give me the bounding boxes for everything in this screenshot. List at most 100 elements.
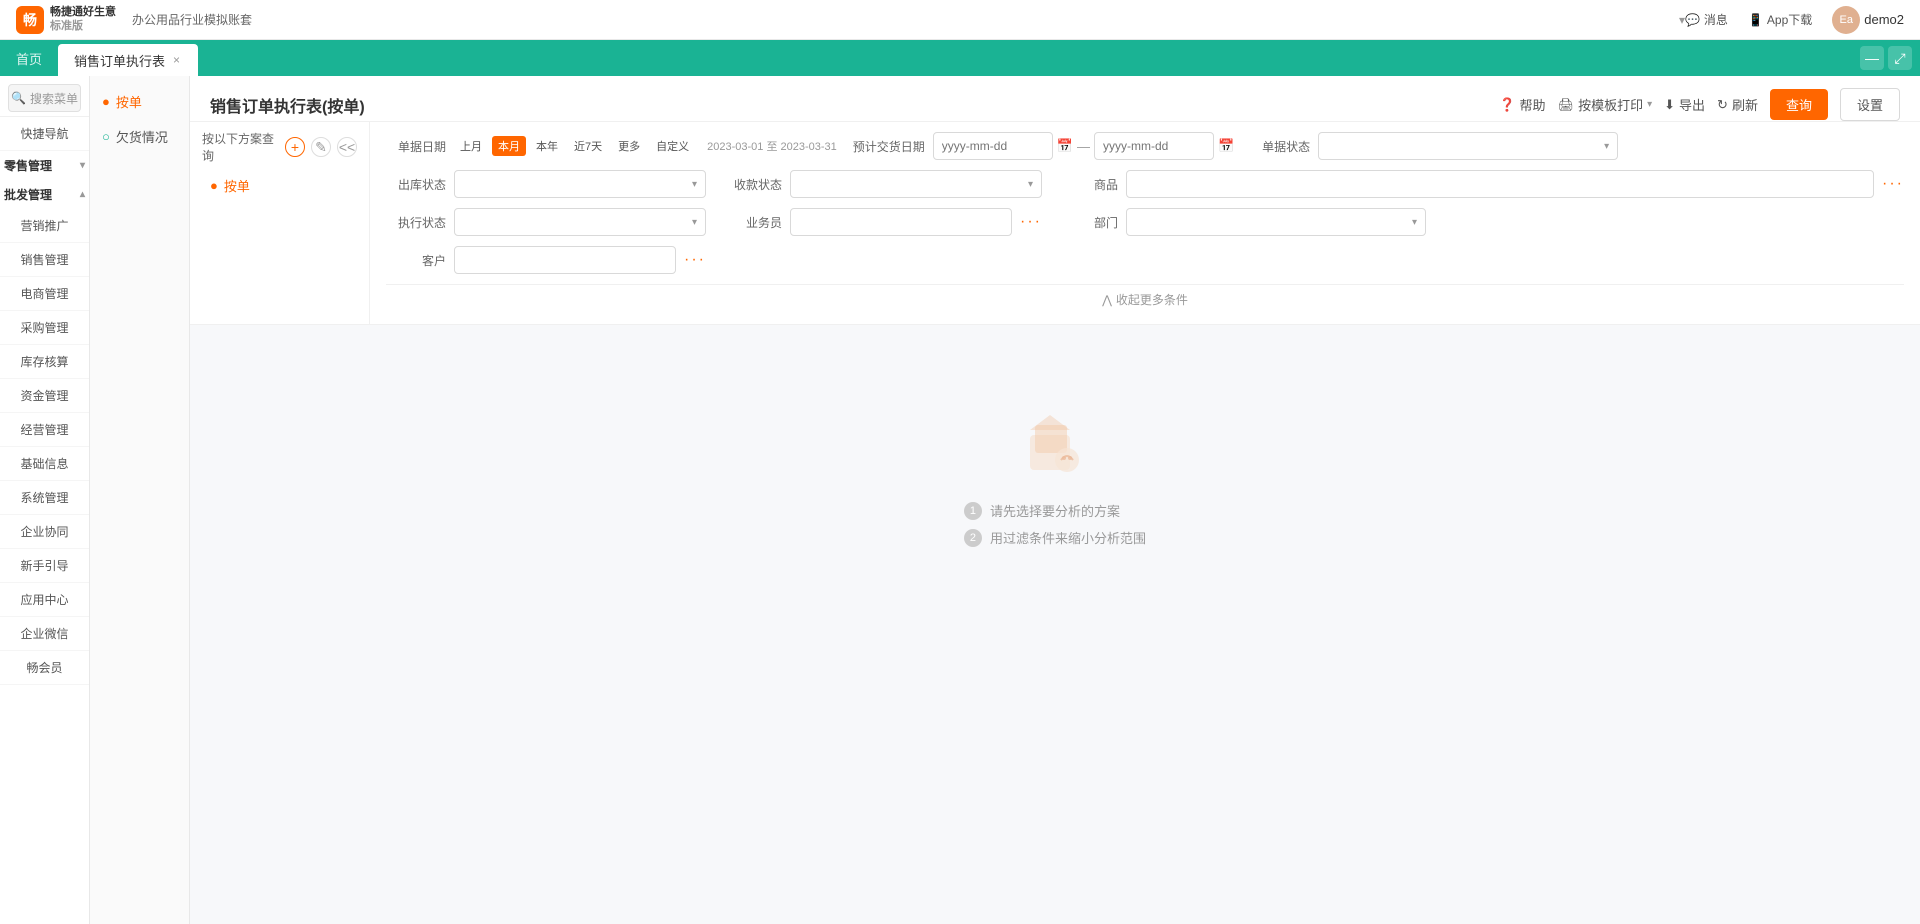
expected-delivery-label: 预计交货日期 bbox=[853, 138, 925, 155]
sidebar-item-wholesale[interactable]: 批发管理 ▴ bbox=[0, 180, 89, 209]
execution-status-select[interactable]: ▾ bbox=[454, 208, 706, 236]
settings-btn[interactable]: 设置 bbox=[1840, 88, 1900, 121]
query-btn[interactable]: 查询 bbox=[1770, 89, 1828, 120]
tab-bar: 首页 销售订单执行表 × — ⤢ bbox=[0, 40, 1920, 76]
more-btn[interactable]: 更多 bbox=[612, 136, 646, 156]
app-logo[interactable]: 畅 畅捷通好生意 标准版 bbox=[16, 6, 116, 34]
sidebar-item-appstore[interactable]: 应用中心 bbox=[0, 583, 89, 617]
prev-month-btn[interactable]: 上月 bbox=[454, 136, 488, 156]
sidebar-item-newbie[interactable]: 新手引导 bbox=[0, 549, 89, 583]
sidebar-item-marketing[interactable]: 营销推广 bbox=[0, 209, 89, 243]
delivery-date-range: 📅 — 📅 bbox=[933, 132, 1234, 160]
department-label: 部门 bbox=[1058, 214, 1118, 231]
last7days-btn[interactable]: 近7天 bbox=[568, 136, 608, 156]
execution-status-field: 执行状态 ▾ bbox=[386, 208, 706, 236]
edit-scheme-btn[interactable]: ✎ bbox=[311, 137, 331, 157]
outbound-status-select[interactable]: ▾ bbox=[454, 170, 706, 198]
tab-home[interactable]: 首页 bbox=[0, 40, 58, 76]
date-label: 单据日期 bbox=[386, 138, 446, 155]
collection-status-field: 收款状态 ▾ bbox=[722, 170, 1042, 198]
sidebar-item-wechat[interactable]: 企业微信 bbox=[0, 617, 89, 651]
cur-year-btn[interactable]: 本年 bbox=[530, 136, 564, 156]
subtitle: 办公用品行业模拟账套 bbox=[132, 11, 1675, 28]
department-select[interactable]: ▾ bbox=[1126, 208, 1426, 236]
filter-scheme-panel: 按以下方案查询 + ✎ << ● 按单 bbox=[190, 122, 370, 324]
department-field: 部门 ▾ bbox=[1058, 208, 1904, 236]
tab-maximize-btn[interactable]: ⤢ bbox=[1888, 46, 1912, 70]
help-btn[interactable]: ❓ 帮助 bbox=[1499, 95, 1545, 114]
sidebar-item-operation[interactable]: 经营管理 bbox=[0, 413, 89, 447]
scheme-actions: + ✎ << bbox=[285, 137, 357, 157]
collection-status-label: 收款状态 bbox=[722, 176, 782, 193]
status-label: 单据状态 bbox=[1250, 138, 1310, 155]
goods-more-btn[interactable]: ··· bbox=[1882, 175, 1904, 193]
scheme-active-icon: ● bbox=[210, 178, 218, 193]
empty-tip-2: 2 用过滤条件来缩小分析范围 bbox=[964, 528, 1146, 547]
sidebar-item-retail[interactable]: 零售管理 ▾ bbox=[0, 151, 89, 180]
cur-month-btn[interactable]: 本月 bbox=[492, 136, 526, 156]
collapse-more-btn[interactable]: ⋀ 收起更多条件 bbox=[386, 284, 1904, 314]
export-btn[interactable]: ⬇ 导出 bbox=[1664, 95, 1705, 114]
tab-close-btn[interactable]: × bbox=[171, 53, 182, 67]
sub-debt-icon: ○ bbox=[102, 129, 110, 144]
collection-status-select[interactable]: ▾ bbox=[790, 170, 1042, 198]
goods-field: 商品 ··· bbox=[1058, 170, 1904, 198]
delivery-date-from[interactable] bbox=[933, 132, 1053, 160]
sub-sidebar-item-scheme[interactable]: ● 按单 bbox=[90, 84, 189, 119]
sidebar-search-btn[interactable]: 🔍 搜索菜单 bbox=[8, 84, 81, 112]
salesperson-field: 业务员 ··· bbox=[722, 208, 1042, 236]
expected-delivery-field: 预计交货日期 📅 — 📅 bbox=[853, 132, 1234, 160]
app-download-btn[interactable]: 📱 App下载 bbox=[1748, 11, 1812, 28]
customer-input[interactable] bbox=[454, 246, 676, 274]
collection-select-arrow: ▾ bbox=[1028, 179, 1033, 190]
sidebar-item-basic[interactable]: 基础信息 bbox=[0, 447, 89, 481]
date-field: 单据日期 上月 本月 本年 近7天 更多 自定义 2023-03-01 至 20… bbox=[386, 136, 837, 156]
phone-icon: 📱 bbox=[1748, 13, 1763, 27]
outbound-status-label: 出库状态 bbox=[386, 176, 446, 193]
filter-form: 单据日期 上月 本月 本年 近7天 更多 自定义 2023-03-01 至 20… bbox=[370, 122, 1920, 324]
main-content: 销售订单执行表(按单) ❓ 帮助 🖨 按模板打印 ▾ ⬇ 导出 ↻ 刷新 bbox=[190, 76, 1920, 924]
sub-sidebar-item-debt[interactable]: ○ 欠货情况 bbox=[90, 119, 189, 154]
tab-sales-execution[interactable]: 销售订单执行表 × bbox=[58, 44, 198, 76]
tab-bar-right: — ⤢ bbox=[1852, 46, 1920, 70]
tab-minimize-btn[interactable]: — bbox=[1860, 46, 1884, 70]
sidebar-item-inventory[interactable]: 库存核算 bbox=[0, 345, 89, 379]
retail-arrow-icon: ▾ bbox=[80, 160, 85, 171]
execution-status-label: 执行状态 bbox=[386, 214, 446, 231]
execution-select-arrow: ▾ bbox=[692, 217, 697, 228]
refresh-icon: ↻ bbox=[1717, 97, 1728, 113]
sidebar-item-purchase[interactable]: 采购管理 bbox=[0, 311, 89, 345]
refresh-btn[interactable]: ↻ 刷新 bbox=[1717, 95, 1758, 114]
filter-row-1: 单据日期 上月 本月 本年 近7天 更多 自定义 2023-03-01 至 20… bbox=[386, 132, 1904, 160]
sidebar-item-ecommerce[interactable]: 电商管理 bbox=[0, 277, 89, 311]
custom-btn[interactable]: 自定义 bbox=[650, 136, 695, 156]
filter-row-3: 执行状态 ▾ 业务员 ··· 部门 bbox=[386, 208, 1904, 236]
calendar-to-icon[interactable]: 📅 bbox=[1218, 138, 1234, 154]
outbound-status-field: 出库状态 ▾ bbox=[386, 170, 706, 198]
add-scheme-btn[interactable]: + bbox=[285, 137, 305, 157]
message-btn[interactable]: 💬 消息 bbox=[1685, 11, 1728, 28]
search-icon: 🔍 bbox=[11, 91, 26, 105]
salesperson-input[interactable] bbox=[790, 208, 1012, 236]
customer-label: 客户 bbox=[386, 252, 446, 269]
sidebar-item-sales[interactable]: 销售管理 bbox=[0, 243, 89, 277]
sidebar-item-quick-nav[interactable]: 快捷导航 bbox=[0, 117, 89, 151]
sidebar-item-finance[interactable]: 资金管理 bbox=[0, 379, 89, 413]
sidebar-item-enterprise[interactable]: 企业协同 bbox=[0, 515, 89, 549]
user-profile-btn[interactable]: Ea demo2 bbox=[1832, 6, 1904, 34]
print-dropdown-icon[interactable]: ▾ bbox=[1647, 99, 1652, 110]
delivery-date-to[interactable] bbox=[1094, 132, 1214, 160]
collapse-scheme-btn[interactable]: << bbox=[337, 137, 357, 157]
customer-more-btn[interactable]: ··· bbox=[684, 251, 706, 269]
sidebar-item-vip[interactable]: 畅会员 bbox=[0, 651, 89, 685]
status-select[interactable]: ▾ bbox=[1318, 132, 1618, 160]
avatar: Ea bbox=[1832, 6, 1860, 34]
sidebar: 🔍 搜索菜单 快捷导航 零售管理 ▾ 批发管理 ▴ 营销推广 销售管理 电商管理… bbox=[0, 76, 90, 924]
sidebar-item-system[interactable]: 系统管理 bbox=[0, 481, 89, 515]
goods-input[interactable] bbox=[1126, 170, 1874, 198]
print-btn[interactable]: 🖨 按模板打印 ▾ bbox=[1558, 95, 1653, 114]
top-bar: 畅 畅捷通好生意 标准版 办公用品行业模拟账套 ▾ 💬 消息 📱 App下载 E… bbox=[0, 0, 1920, 40]
salesperson-more-btn[interactable]: ··· bbox=[1020, 213, 1042, 231]
scheme-item-1[interactable]: ● 按单 bbox=[202, 172, 357, 199]
calendar-from-icon[interactable]: 📅 bbox=[1057, 138, 1073, 154]
